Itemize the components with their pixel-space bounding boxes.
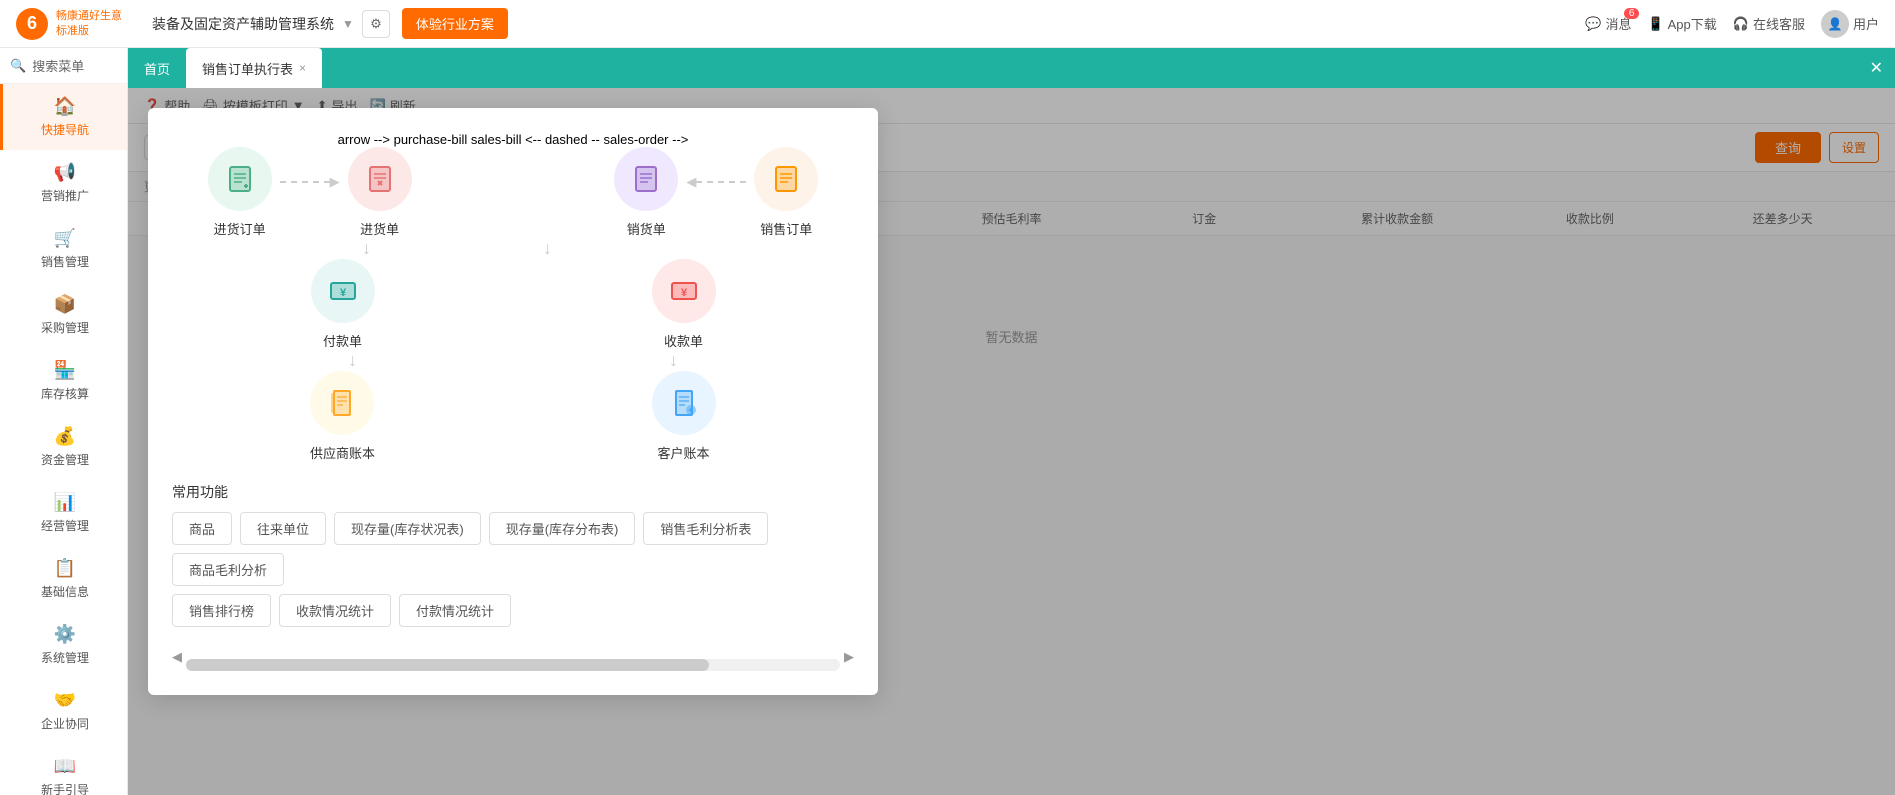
sidebar-item-collab[interactable]: 🤝 企业协同 [0, 678, 127, 744]
settings-icon[interactable]: ⚙ [362, 10, 390, 38]
search-icon: 🔍 [10, 58, 26, 74]
receipt-bill-node[interactable]: ¥ 收款单 [652, 259, 716, 350]
customer-ledger-node[interactable]: 客户账本 [652, 371, 716, 462]
common-btn-receipt-stat[interactable]: 收款情况统计 [279, 594, 391, 627]
payment-bill-node[interactable]: ¥ 付款单 [311, 259, 375, 350]
sales-icon: 🛒 [54, 228, 76, 249]
online-service-btn[interactable]: 🎧 在线客服 [1733, 14, 1805, 33]
sidebar-item-finance[interactable]: 💰 资金管理 [0, 414, 127, 480]
system-title: 装备及固定资产辅助管理系统 ▼ [152, 14, 354, 34]
purchase-bill-icon [348, 147, 412, 211]
sidebar-item-sales[interactable]: 🛒 销售管理 [0, 216, 127, 282]
svg-text:¥: ¥ [680, 287, 687, 299]
user-btn[interactable]: 👤 用户 [1821, 10, 1879, 38]
marketing-icon: 📢 [54, 162, 76, 183]
inventory-icon: 🏪 [54, 360, 76, 381]
flow-modal: arrow --> purchase-bill sales-bill <-- d… [148, 108, 878, 695]
collab-icon: 🤝 [54, 690, 76, 711]
home-icon: 🏠 [54, 96, 76, 117]
tab-bar-close-btn[interactable]: ✕ [1870, 58, 1883, 78]
sidebar-item-quick-nav[interactable]: 🏠 快捷导航 [0, 84, 127, 150]
purchase-order-icon [208, 147, 272, 211]
logo-text: 畅康通好生意 标准版 [56, 9, 122, 38]
common-btn-stock-dist[interactable]: 现存量(库存分布表) [489, 512, 636, 545]
content-body: ❓ 帮助 🖨 按模板打印 ▼ ⬆ 导出 🔄 刷新 [128, 88, 1895, 795]
purchase-icon: 📦 [54, 294, 76, 315]
logo-area: 6 畅康通好生意 标准版 [16, 8, 144, 40]
customer-ledger-icon [652, 371, 716, 435]
avatar: 👤 [1821, 10, 1849, 38]
common-btn-partners[interactable]: 往来单位 [240, 512, 326, 545]
modal-scrollbar[interactable] [186, 659, 840, 671]
base-icon: 📋 [54, 558, 76, 579]
finance-icon: 💰 [54, 426, 76, 447]
scrollbar-thumb [186, 659, 709, 671]
common-btn-goods-profit[interactable]: 商品毛利分析 [172, 553, 284, 586]
common-btn-goods[interactable]: 商品 [172, 512, 232, 545]
operation-icon: 📊 [54, 492, 76, 513]
tab-sales-order[interactable]: 销售订单执行表 × [186, 48, 322, 88]
sidebar: 🔍 搜索菜单 🏠 快捷导航 📢 营销推广 🛒 销售管理 📦 采购管理 🏪 [0, 48, 128, 795]
common-btn-payment-stat[interactable]: 付款情况统计 [399, 594, 511, 627]
modal-overlay: arrow --> purchase-bill sales-bill <-- d… [128, 88, 1895, 795]
tab-bar: 首页 销售订单执行表 × ✕ [128, 48, 1895, 88]
flow-diagram: arrow --> purchase-bill sales-bill <-- d… [172, 132, 854, 462]
scroll-left-btn[interactable]: ◀ [172, 649, 182, 665]
common-btn-sales-profit[interactable]: 销售毛利分析表 [643, 512, 768, 545]
sidebar-item-inventory[interactable]: 🏪 库存核算 [0, 348, 127, 414]
sales-order-node[interactable]: 销售订单 [754, 147, 818, 238]
purchase-bill-node[interactable]: 进货单 [348, 147, 412, 238]
try-btn[interactable]: 体验行业方案 [402, 8, 508, 39]
common-btns-row2: 销售排行榜 收款情况统计 付款情况统计 [172, 594, 854, 627]
system-dropdown-icon[interactable]: ▼ [342, 17, 354, 31]
purchase-order-node[interactable]: 进货订单 [208, 147, 272, 238]
sales-bill-node[interactable]: 销货单 [614, 147, 678, 238]
payment-bill-icon: ¥ [311, 259, 375, 323]
top-bar: 6 畅康通好生意 标准版 装备及固定资产辅助管理系统 ▼ ⚙ 体验行业方案 💬 … [0, 0, 1895, 48]
headset-icon: 🎧 [1733, 16, 1749, 32]
common-functions-section: 常用功能 商品 往来单位 现存量(库存状况表) 现存量(库存分布表) 销售毛利分… [172, 482, 854, 627]
message-btn[interactable]: 💬 消息 6 [1585, 14, 1631, 33]
sidebar-item-operation[interactable]: 📊 经营管理 [0, 480, 127, 546]
message-icon: 💬 [1585, 16, 1601, 32]
newbie-icon: 📖 [54, 756, 76, 777]
sidebar-item-purchase[interactable]: 📦 采购管理 [0, 282, 127, 348]
common-functions-title: 常用功能 [172, 482, 854, 502]
common-btns-row1: 商品 往来单位 现存量(库存状况表) 现存量(库存分布表) 销售毛利分析表 商品… [172, 512, 854, 586]
system-icon: ⚙️ [54, 624, 76, 645]
svg-text:¥: ¥ [339, 287, 346, 299]
supplier-ledger-node[interactable]: 供应商账本 [310, 371, 375, 462]
supplier-ledger-icon [310, 371, 374, 435]
app-container: 6 畅康通好生意 标准版 装备及固定资产辅助管理系统 ▼ ⚙ 体验行业方案 💬 … [0, 0, 1895, 795]
content-area: 首页 销售订单执行表 × ✕ ❓ 帮助 🖨 按 [128, 48, 1895, 795]
search-menu-btn[interactable]: 🔍 搜索菜单 [0, 48, 127, 84]
sidebar-item-marketing[interactable]: 📢 营销推广 [0, 150, 127, 216]
tab-close-icon[interactable]: × [299, 61, 306, 75]
receipt-bill-icon: ¥ [652, 259, 716, 323]
common-btn-sales-rank[interactable]: 销售排行榜 [172, 594, 271, 627]
sales-order-icon [754, 147, 818, 211]
sidebar-item-base[interactable]: 📋 基础信息 [0, 546, 127, 612]
scroll-right-btn[interactable]: ▶ [844, 649, 854, 665]
phone-icon: 📱 [1647, 16, 1663, 32]
sidebar-item-system[interactable]: ⚙️ 系统管理 [0, 612, 127, 678]
top-right: 💬 消息 6 📱 App下载 🎧 在线客服 👤 用户 [1585, 10, 1879, 38]
modal-scroll-row: ◀ ▶ [172, 643, 854, 671]
sidebar-item-newbie[interactable]: 📖 新手引导 [0, 744, 127, 795]
tab-home[interactable]: 首页 [128, 48, 186, 88]
app-download-btn[interactable]: 📱 App下载 [1647, 14, 1716, 33]
common-btn-stock-status[interactable]: 现存量(库存状况表) [334, 512, 481, 545]
message-badge: 6 [1624, 8, 1640, 19]
logo-icon: 6 [16, 8, 48, 40]
main-area: 🔍 搜索菜单 🏠 快捷导航 📢 营销推广 🛒 销售管理 📦 采购管理 🏪 [0, 48, 1895, 795]
sales-bill-icon [614, 147, 678, 211]
